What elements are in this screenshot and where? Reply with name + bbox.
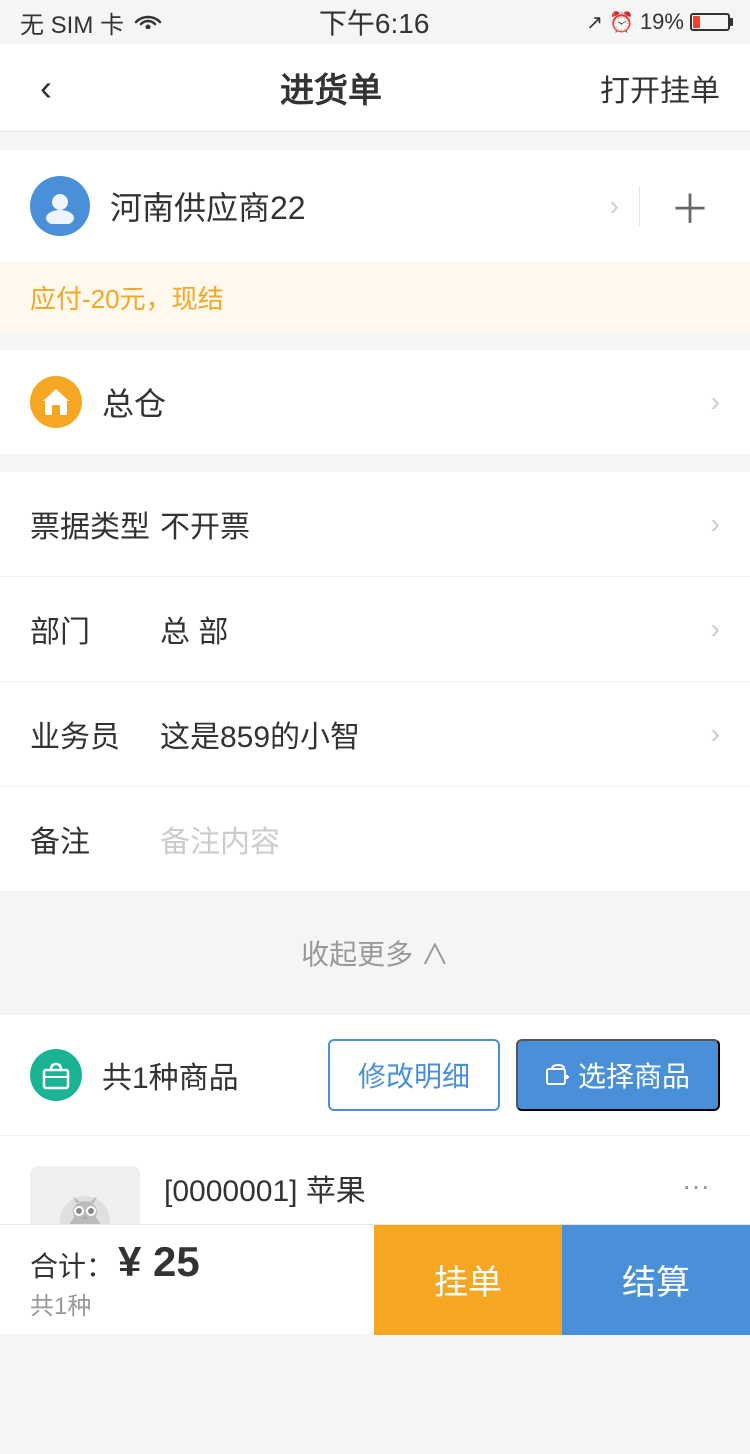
department-value: 总 部: [160, 607, 701, 651]
warehouse-row[interactable]: 总仓 ›: [0, 350, 750, 454]
bottom-bar: 合计： ¥ 25 共1种 挂单 结算: [0, 1224, 750, 1334]
warehouse-card: 总仓 ›: [0, 350, 750, 454]
salesperson-label: 业务员: [30, 712, 160, 756]
page-title: 进货单: [280, 63, 382, 112]
supplier-row[interactable]: 河南供应商22 › ＋: [0, 150, 750, 262]
invoice-value: 不开票: [160, 502, 701, 546]
warehouse-icon: [30, 376, 82, 428]
back-button[interactable]: ‹: [30, 57, 62, 119]
product-more-button[interactable]: ···: [672, 1166, 720, 1206]
warehouse-name: 总仓: [102, 379, 701, 425]
product-header: 共1种商品 修改明细 选择商品: [0, 1015, 750, 1136]
status-time: 下午6:16: [319, 2, 430, 42]
collapse-button[interactable]: 收起更多 ∧: [0, 909, 750, 997]
supplier-card: 河南供应商22 › ＋ 应付-20元，现结: [0, 150, 750, 332]
invoice-label: 票据类型: [30, 502, 160, 546]
divider: [639, 186, 640, 226]
remark-label: 备注: [30, 817, 160, 861]
invoice-chevron-icon: ›: [711, 508, 720, 540]
status-left: 无 SIM 卡: [20, 5, 162, 40]
carrier-text: 无 SIM 卡: [20, 5, 124, 40]
salesperson-row[interactable]: 业务员 这是859的小智 ›: [0, 682, 750, 787]
salesperson-value: 这是859的小智: [160, 712, 701, 756]
product-name: [0000001] 苹果: [164, 1166, 672, 1210]
location-icon: ↗: [586, 10, 603, 35]
remark-input[interactable]: 备注内容: [160, 817, 720, 861]
notice-bar: 应付-20元，现结: [0, 262, 750, 332]
open-hang-button[interactable]: 打开挂单: [600, 66, 720, 110]
total-amount: ¥ 25: [118, 1238, 200, 1286]
battery-icon: [690, 13, 730, 31]
invoice-row[interactable]: 票据类型 不开票 ›: [0, 472, 750, 577]
battery-percent: 19%: [640, 9, 684, 35]
product-count-label: 共1种商品: [102, 1053, 328, 1097]
department-label: 部门: [30, 607, 160, 651]
supplier-avatar: [30, 176, 90, 236]
remark-row[interactable]: 备注 备注内容: [0, 787, 750, 891]
add-button[interactable]: ＋: [660, 177, 720, 235]
product-title: 苹果: [306, 1175, 366, 1208]
department-chevron-icon: ›: [711, 613, 720, 645]
nav-bar: ‹ 进货单 打开挂单: [0, 44, 750, 132]
total-label: 合计：: [30, 1245, 114, 1285]
edit-detail-button[interactable]: 修改明细: [328, 1039, 500, 1111]
total-count: 共1种: [30, 1286, 344, 1321]
product-code: [0000001]: [164, 1175, 297, 1208]
hang-button[interactable]: 挂单: [374, 1225, 562, 1335]
wifi-icon: [134, 8, 162, 36]
salesperson-chevron-icon: ›: [711, 718, 720, 750]
department-row[interactable]: 部门 总 部 ›: [0, 577, 750, 682]
status-bar: 无 SIM 卡 下午6:16 ↗ ⏰ 19%: [0, 0, 750, 44]
product-section-icon: [30, 1049, 82, 1101]
select-product-button[interactable]: 选择商品: [516, 1039, 720, 1111]
supplier-name: 河南供应商22: [110, 183, 600, 229]
form-card: 票据类型 不开票 › 部门 总 部 › 业务员 这是859的小智 › 备注 备注…: [0, 472, 750, 891]
alarm-icon: ⏰: [609, 10, 634, 35]
status-right: ↗ ⏰ 19%: [586, 9, 730, 35]
total-section: 合计： ¥ 25 共1种: [0, 1238, 374, 1321]
supplier-chevron-icon: ›: [610, 190, 619, 222]
warehouse-chevron-icon: ›: [711, 386, 720, 418]
select-product-label: 选择商品: [578, 1055, 690, 1095]
checkout-button[interactable]: 结算: [562, 1225, 750, 1335]
